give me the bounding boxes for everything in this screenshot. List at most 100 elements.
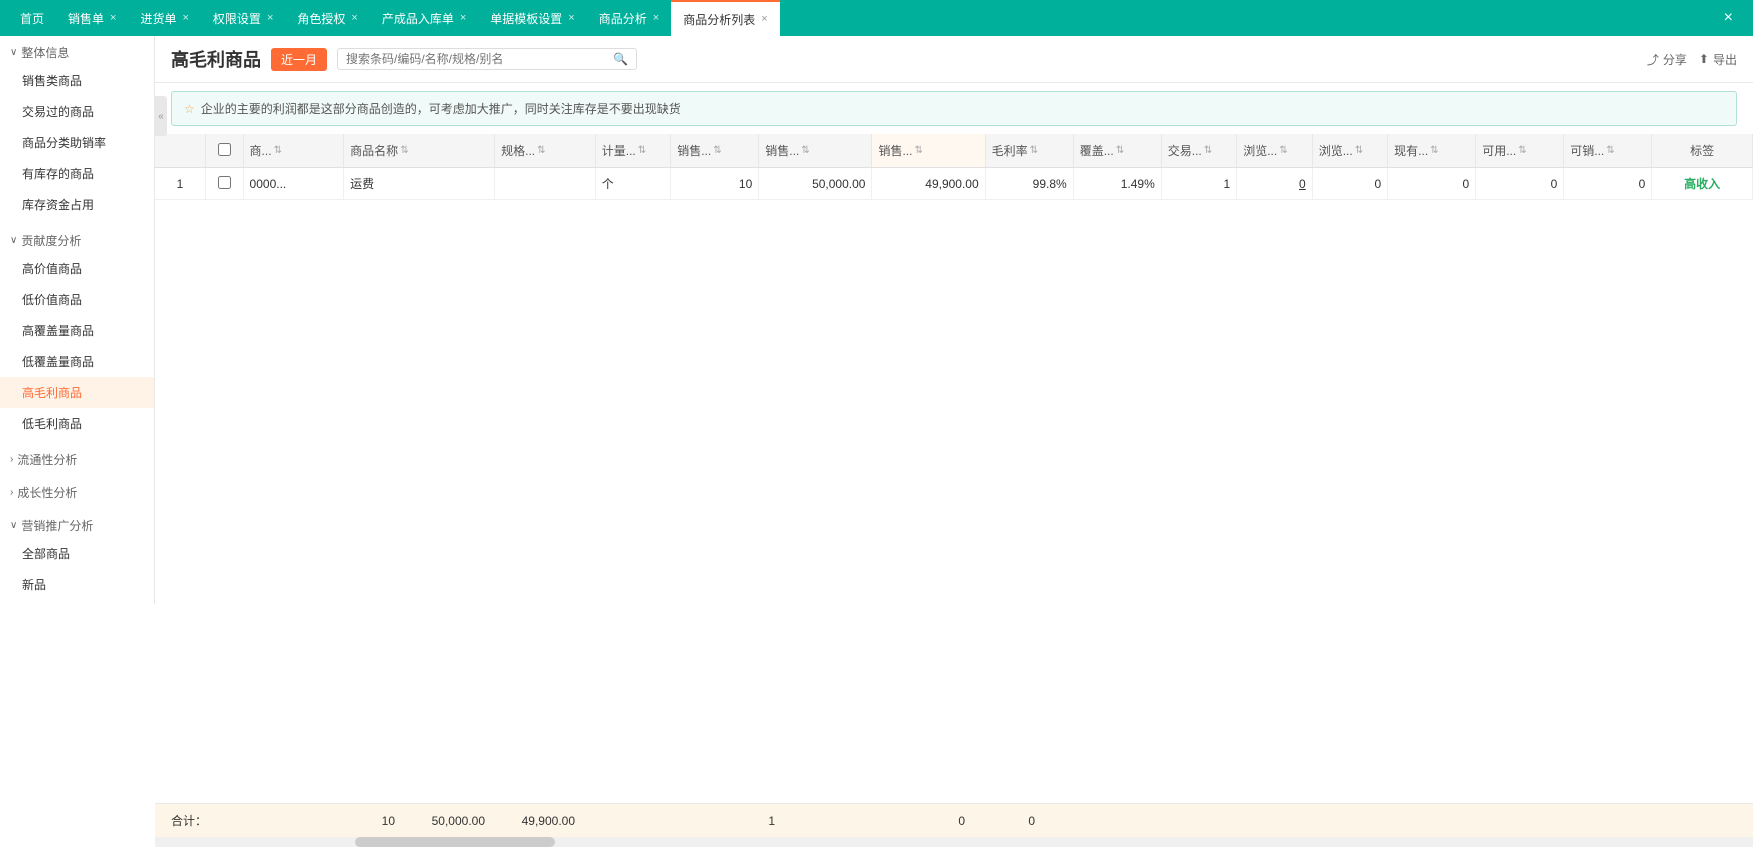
time-filter-button[interactable]: 近一月 [271,48,327,71]
horizontal-scrollbar[interactable] [155,837,1753,847]
th-check[interactable] [205,134,243,168]
th-name[interactable]: 商品名称 ⇅ [344,134,495,168]
main-container: ∨ 整体信息 销售类商品 交易过的商品 商品分类助销率 有库存的商品 库存资金占… [0,36,1753,847]
sidebar-item-low-value[interactable]: 低价值商品 [0,284,154,315]
sort-icon-browse1: ⇅ [1279,145,1287,156]
th-sales-qty[interactable]: 销售... ⇅ [671,134,759,168]
footer-browse1 [781,814,841,828]
nav-purchase-order[interactable]: 进货单 × [128,0,200,36]
sidebar-collapse-button[interactable]: « [155,96,167,136]
export-button[interactable]: ⬆ 导出 [1699,51,1737,68]
sort-icon-name: ⇅ [400,145,408,156]
nav-permission-settings[interactable]: 权限设置 × [201,0,285,36]
footer-label: 合计： [171,812,331,829]
sidebar-item-category-assist-rate[interactable]: 商品分类助销率 [0,127,154,158]
select-all-checkbox[interactable] [218,143,231,156]
th-coverage[interactable]: 覆盖... ⇅ [1073,134,1161,168]
th-unit[interactable]: 计量... ⇅ [595,134,670,168]
sidebar-item-new-goods[interactable]: 新品 [0,569,154,600]
th-sales-cost[interactable]: 销售... ⇅ [872,134,985,168]
sidebar-item-low-margin[interactable]: 低毛利商品 [0,408,154,439]
window-close-button[interactable]: × [1712,9,1745,27]
sidebar-item-traded-goods[interactable]: 交易过的商品 [0,96,154,127]
th-stock2[interactable]: 可用... ⇅ [1476,134,1564,168]
sort-icon-stock1: ⇅ [1430,145,1438,156]
th-stock1[interactable]: 现有... ⇅ [1388,134,1476,168]
sidebar-section-overview-title[interactable]: ∨ 整体信息 [0,36,154,65]
nav-product-analysis[interactable]: 商品分析 × [587,0,671,36]
footer-stock2: 0 [971,814,1041,828]
cell-stock1: 0 [1388,168,1476,200]
footer-gross-rate [581,814,651,828]
nav-close-permission[interactable]: × [267,12,273,24]
sidebar-item-all-goods[interactable]: 全部商品 [0,538,154,569]
chevron-down-icon-3: ∨ [10,520,17,531]
sidebar-section-growth-title[interactable]: › 成长性分析 [0,476,154,505]
cell-sales-cost: 49,900.00 [872,168,985,200]
data-table-wrapper: 商... ⇅ 商品名称 ⇅ 规格... [155,134,1753,803]
th-spec[interactable]: 规格... ⇅ [495,134,596,168]
cell-num: 1 [155,168,205,200]
sidebar-section-growth: › 成长性分析 [0,476,154,505]
cell-gross-rate: 99.8% [985,168,1073,200]
tip-icon: ☆ [184,102,195,116]
search-box: 🔍 [337,48,637,70]
sidebar-item-high-coverage[interactable]: 高覆盖量商品 [0,315,154,346]
sidebar-section-contribution-title[interactable]: ∨ 贡献度分析 [0,224,154,253]
row-checkbox[interactable] [218,176,231,189]
nav-close-template[interactable]: × [568,12,574,24]
cell-unit: 个 [595,168,670,200]
table-header-row: 商... ⇅ 商品名称 ⇅ 规格... [155,134,1753,168]
cell-name: 运费 [344,168,495,200]
sidebar-section-marketing-title[interactable]: ∨ 营销推广分析 [0,509,154,538]
sidebar-section-liquidity-title[interactable]: › 流通性分析 [0,443,154,472]
nav-product-analysis-list[interactable]: 商品分析列表 × [671,0,779,36]
table-row: 1 0000... 运费 个 10 50,000.00 49,900.00 99… [155,168,1753,200]
cell-check[interactable] [205,168,243,200]
footer-stock1: 0 [901,814,971,828]
share-icon: ⤴ [1647,51,1659,68]
nav-close-sales[interactable]: × [110,12,116,24]
chevron-right-icon: › [10,454,13,465]
sidebar-item-sales-goods[interactable]: 销售类商品 [0,65,154,96]
sidebar-item-low-coverage[interactable]: 低覆盖量商品 [0,346,154,377]
nav-close-purchase[interactable]: × [182,12,188,24]
sidebar-item-in-stock-goods[interactable]: 有库存的商品 [0,158,154,189]
cell-tag: 高收入 [1652,168,1753,200]
sidebar-item-high-value[interactable]: 高价值商品 [0,253,154,284]
nav-home[interactable]: 首页 [8,0,56,36]
chevron-right-icon-2: › [10,487,13,498]
cell-browse1[interactable]: 0 [1237,168,1312,200]
sort-icon-stock2: ⇅ [1518,145,1526,156]
sort-icon-browse2: ⇅ [1355,145,1363,156]
th-browse2[interactable]: 浏览... ⇅ [1312,134,1387,168]
nav-template-settings[interactable]: 单据模板设置 × [478,0,586,36]
cell-spec [495,168,596,200]
nav-sales-order[interactable]: 销售单 × [56,0,128,36]
th-gross-rate[interactable]: 毛利率 ⇅ [985,134,1073,168]
nav-close-role[interactable]: × [351,12,357,24]
header-actions: ⤴ 分享 ⬆ 导出 [1647,51,1737,68]
nav-close-analysis[interactable]: × [653,12,659,24]
nav-role-auth[interactable]: 角色授权 × [285,0,369,36]
th-sellable[interactable]: 可销... ⇅ [1564,134,1652,168]
sort-icon-sales-cost: ⇅ [914,145,922,156]
th-trade-count[interactable]: 交易... ⇅ [1161,134,1236,168]
share-button[interactable]: ⤴ 分享 [1647,51,1687,68]
sort-icon-gross: ⇅ [1030,145,1038,156]
sort-icon-sellable: ⇅ [1606,145,1614,156]
scrollbar-thumb[interactable] [355,837,555,847]
nav-product-inbound[interactable]: 产成品入库单 × [370,0,478,36]
sidebar-section-contribution: ∨ 贡献度分析 高价值商品 低价值商品 高覆盖量商品 低覆盖量商品 高毛利商品 [0,224,154,439]
search-input[interactable] [346,52,613,66]
nav-close-inbound[interactable]: × [460,12,466,24]
th-sales-amt[interactable]: 销售... ⇅ [759,134,872,168]
cell-stock2: 0 [1476,168,1564,200]
th-tag: 标签 [1652,134,1753,168]
search-icon[interactable]: 🔍 [613,52,628,66]
th-code[interactable]: 商... ⇅ [243,134,344,168]
sidebar-item-stock-capital[interactable]: 库存资金占用 [0,189,154,220]
th-browse1[interactable]: 浏览... ⇅ [1237,134,1312,168]
sidebar-item-high-margin[interactable]: 高毛利商品 [0,377,154,408]
nav-close-analysis-list[interactable]: × [761,13,767,25]
